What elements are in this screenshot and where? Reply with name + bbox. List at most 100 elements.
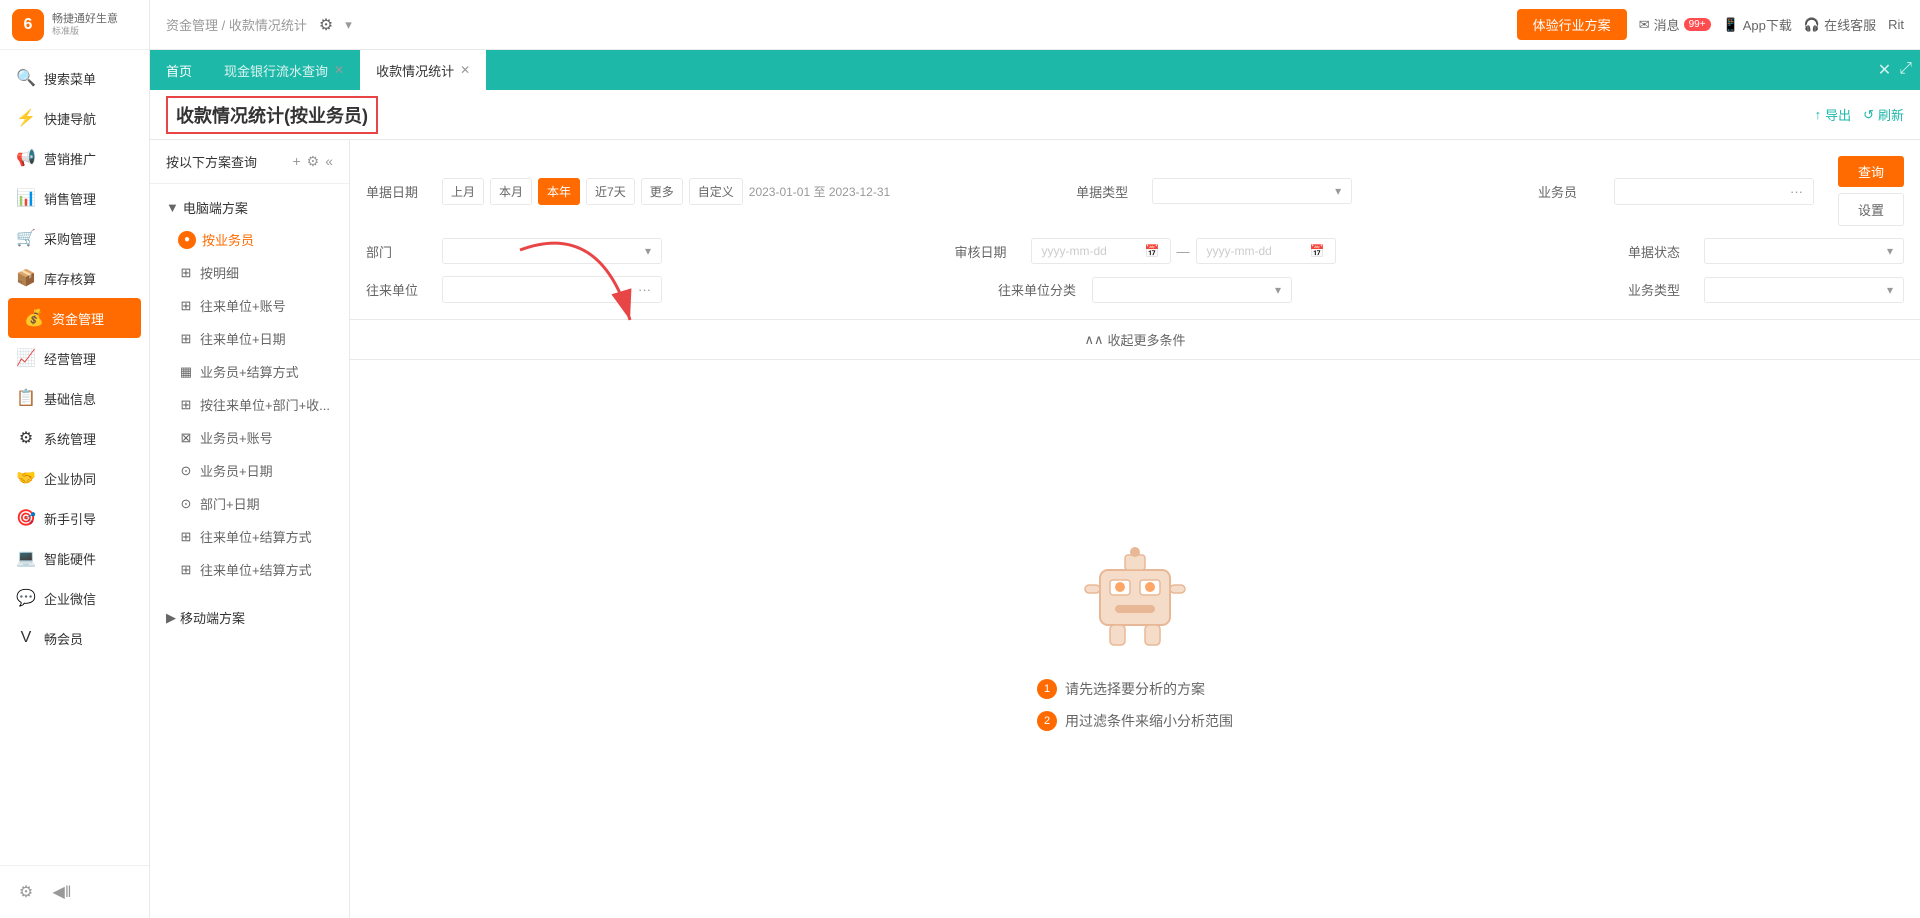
online-service-button[interactable]: 🎧 在线客服 bbox=[1804, 15, 1876, 34]
message-badge: 99+ bbox=[1684, 18, 1711, 31]
topbar-dropdown-icon[interactable]: ▾ bbox=[345, 17, 352, 33]
review-date-label: 审核日期 bbox=[955, 242, 1015, 261]
sidebar-item-purchase[interactable]: 🛒 采购管理 bbox=[0, 218, 149, 258]
tab-collection-stats[interactable]: 收款情况统计 ✕ bbox=[360, 50, 486, 90]
message-button[interactable]: ✉ 消息 99+ bbox=[1639, 15, 1711, 34]
dept-select[interactable]: ▾ bbox=[442, 238, 662, 264]
topbar-settings-icon[interactable]: ⚙ bbox=[319, 15, 333, 35]
sidebar-item-wechat[interactable]: 💬 企业微信 bbox=[0, 578, 149, 618]
tree-item-unit-account[interactable]: ⊞ 往来单位+账号 bbox=[150, 289, 349, 322]
query-button[interactable]: 查询 bbox=[1838, 156, 1904, 187]
dept-arrow-icon: ▾ bbox=[645, 244, 651, 258]
date-btn-more[interactable]: 更多 bbox=[641, 178, 683, 205]
empty-state: 1 请先选择要分析的方案 2 用过滤条件来缩小分析范围 bbox=[350, 360, 1920, 918]
date-btn-this-year[interactable]: 本年 bbox=[538, 178, 580, 205]
sidebar-item-enterprise[interactable]: 🤝 企业协同 bbox=[0, 458, 149, 498]
collapse-button[interactable]: ∧∧ 收起更多条件 bbox=[1084, 330, 1185, 349]
tree-item-unit-settlement2[interactable]: ⊞ 往来单位+结算方式 bbox=[150, 553, 349, 586]
sidebar-item-basic[interactable]: 📋 基础信息 bbox=[0, 378, 149, 418]
tab-home[interactable]: 首页 bbox=[150, 50, 208, 90]
sidebar-item-guide[interactable]: 🎯 新手引导 bbox=[0, 498, 149, 538]
breadcrumb: 资金管理 / 收款情况统计 bbox=[166, 15, 307, 34]
sidebar-item-search-menu[interactable]: 🔍 搜索菜单 bbox=[0, 58, 149, 98]
tree-parent-desktop[interactable]: ▼ 电脑端方案 bbox=[150, 192, 349, 223]
calendar-start-icon[interactable]: 📅 bbox=[1145, 244, 1160, 258]
export-icon: ↑ bbox=[1815, 107, 1822, 122]
app-download-button[interactable]: 📱 App下载 bbox=[1723, 15, 1792, 34]
active-dot-icon: ● bbox=[178, 231, 196, 249]
step-2-number: 2 bbox=[1037, 711, 1057, 731]
tab-bank-flow[interactable]: 现金银行流水查询 ✕ bbox=[208, 50, 360, 90]
phone-icon: 📱 bbox=[1723, 17, 1739, 33]
tree-item-unit-settlement1[interactable]: ⊞ 往来单位+结算方式 bbox=[150, 520, 349, 553]
window-maximize-button[interactable]: ⤢ bbox=[1899, 60, 1912, 80]
panel-settings-button[interactable]: ⚙ bbox=[307, 153, 320, 170]
settings-button[interactable]: 设置 bbox=[1838, 193, 1904, 226]
biz-type-select[interactable]: ▾ bbox=[1704, 277, 1904, 303]
tree-item-salesperson-settlement[interactable]: ▦ 业务员+结算方式 bbox=[150, 355, 349, 388]
refresh-button[interactable]: ↺ 刷新 bbox=[1863, 105, 1904, 124]
tab-close-bank-flow[interactable]: ✕ bbox=[334, 63, 344, 77]
sidebar-settings-button[interactable]: ⚙ bbox=[12, 878, 40, 906]
counter-party-cat-select[interactable]: ▾ bbox=[1092, 277, 1292, 303]
tree-item-by-detail[interactable]: ⊞ 按明细 bbox=[150, 256, 349, 289]
window-close-button[interactable]: ✕ bbox=[1878, 60, 1891, 80]
user-menu[interactable]: Rit bbox=[1888, 17, 1904, 32]
tree-item-dept-date[interactable]: ⊙ 部门+日期 bbox=[150, 487, 349, 520]
inventory-icon: 📦 bbox=[16, 268, 36, 288]
search-menu-icon: 🔍 bbox=[16, 68, 36, 88]
sidebar-item-inventory[interactable]: 📦 库存核算 bbox=[0, 258, 149, 298]
collapse-bar: ∧∧ 收起更多条件 bbox=[350, 320, 1920, 360]
tree-item-by-salesperson[interactable]: ● 按业务员 bbox=[150, 223, 349, 256]
wechat-icon: 💬 bbox=[16, 588, 36, 608]
purchase-icon: 🛒 bbox=[16, 228, 36, 248]
sidebar-item-business[interactable]: 📈 经营管理 bbox=[0, 338, 149, 378]
date-separator: — bbox=[1177, 244, 1190, 259]
trial-button[interactable]: 体验行业方案 bbox=[1517, 9, 1627, 40]
enterprise-icon: 🤝 bbox=[16, 468, 36, 488]
sidebar-collapse-button[interactable]: ◀‖ bbox=[48, 878, 76, 906]
tab-close-collection-stats[interactable]: ✕ bbox=[460, 63, 470, 77]
counter-party-input[interactable]: ··· bbox=[442, 276, 662, 303]
salesperson-dots-icon[interactable]: ··· bbox=[1790, 184, 1803, 199]
sidebar-item-marketing[interactable]: 📢 营销推广 bbox=[0, 138, 149, 178]
sidebar-item-system[interactable]: ⚙ 系统管理 bbox=[0, 418, 149, 458]
empty-steps-list: 1 请先选择要分析的方案 2 用过滤条件来缩小分析范围 bbox=[1037, 679, 1233, 743]
detail-icon: ⊞ bbox=[178, 265, 194, 281]
sidebar-item-member[interactable]: V 畅会员 bbox=[0, 618, 149, 658]
tree-parent-mobile[interactable]: ▶ 移动端方案 bbox=[150, 602, 349, 633]
step-2-text: 用过滤条件来缩小分析范围 bbox=[1065, 711, 1233, 731]
tree-item-unit-dept-collection[interactable]: ⊞ 按往来单位+部门+收... bbox=[150, 388, 349, 421]
calendar-end-icon[interactable]: 📅 bbox=[1310, 244, 1325, 258]
date-btn-this-month[interactable]: 本月 bbox=[490, 178, 532, 205]
export-button[interactable]: ↑ 导出 bbox=[1815, 105, 1852, 124]
unit-account-icon: ⊞ bbox=[178, 298, 194, 314]
sidebar-item-hardware[interactable]: 💻 智能硬件 bbox=[0, 538, 149, 578]
salesperson-input[interactable]: ··· bbox=[1614, 178, 1814, 205]
sidebar-item-quick-nav[interactable]: ⚡ 快捷导航 bbox=[0, 98, 149, 138]
doc-status-select[interactable]: ▾ bbox=[1704, 238, 1904, 264]
doc-type-label: 单据类型 bbox=[1076, 182, 1136, 201]
counter-party-cat-label: 往来单位分类 bbox=[998, 280, 1076, 299]
tree-item-salesperson-date[interactable]: ⊙ 业务员+日期 bbox=[150, 454, 349, 487]
tree-item-salesperson-account[interactable]: ⊠ 业务员+账号 bbox=[150, 421, 349, 454]
panel-add-button[interactable]: + bbox=[292, 153, 300, 170]
tree-arrow-desktop: ▼ bbox=[166, 200, 179, 215]
counter-party-dots-icon[interactable]: ··· bbox=[638, 282, 651, 297]
panel-collapse-button[interactable]: « bbox=[325, 153, 333, 170]
review-date-end-value: yyyy-mm-dd bbox=[1207, 244, 1272, 258]
empty-robot-illustration bbox=[1075, 535, 1195, 655]
page-title: 收款情况统计(按业务员) bbox=[166, 96, 378, 134]
message-icon: ✉ bbox=[1639, 17, 1650, 33]
date-btn-last-month[interactable]: 上月 bbox=[442, 178, 484, 205]
tree-item-unit-date[interactable]: ⊞ 往来单位+日期 bbox=[150, 322, 349, 355]
date-btn-custom[interactable]: 自定义 bbox=[689, 178, 743, 205]
sidebar-item-sales[interactable]: 📊 销售管理 bbox=[0, 178, 149, 218]
review-date-end-input[interactable]: yyyy-mm-dd 📅 bbox=[1196, 238, 1336, 264]
doc-type-select[interactable]: ▾ bbox=[1152, 178, 1352, 204]
review-date-start-input[interactable]: yyyy-mm-dd 📅 bbox=[1031, 238, 1171, 264]
sidebar-item-finance[interactable]: 💰 资金管理 bbox=[8, 298, 141, 338]
collapse-icon: ∧∧ bbox=[1084, 332, 1103, 348]
date-btn-7days[interactable]: 近7天 bbox=[586, 178, 635, 205]
main-right: 单据日期 上月 本月 本年 近7天 更多 自定义 2023-01-01 至 20… bbox=[350, 140, 1920, 918]
